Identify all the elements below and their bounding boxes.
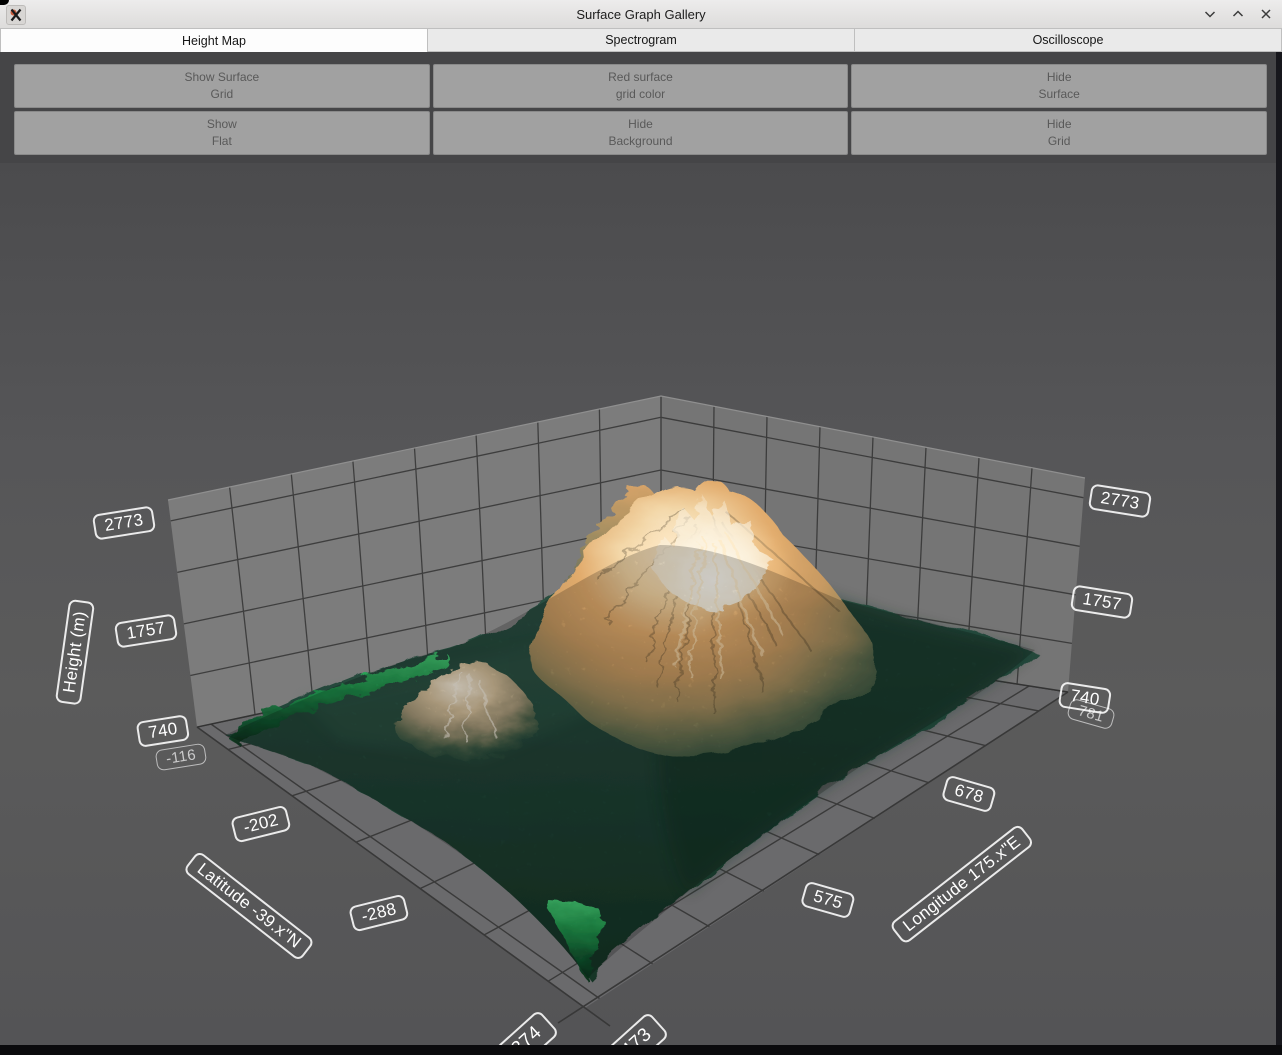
tab-height-map[interactable]: Height Map: [0, 28, 428, 52]
button-label-line: Hide: [628, 116, 653, 133]
button-label-line: Flat: [212, 133, 232, 150]
button-label-line: Background: [608, 133, 672, 150]
maximize-icon[interactable]: [1230, 6, 1246, 22]
desktop-edge-bottom: [0, 1045, 1282, 1055]
toolbar: Show Surface Grid Red surface grid color…: [0, 52, 1282, 163]
surface-plot-3d[interactable]: 2773 1757 -116 740 Height (m) -202 -288 …: [0, 163, 1282, 1045]
button-label-line: Hide: [1047, 69, 1072, 86]
hide-surface-button[interactable]: Hide Surface: [851, 64, 1267, 108]
desktop-edge-right: [1276, 52, 1282, 1045]
tab-spectrogram[interactable]: Spectrogram: [428, 28, 855, 52]
hide-grid-button[interactable]: Hide Grid: [851, 111, 1267, 155]
hide-background-button[interactable]: Hide Background: [433, 111, 849, 155]
surface-grid-color-button[interactable]: Red surface grid color: [433, 64, 849, 108]
tab-oscilloscope[interactable]: Oscilloscope: [855, 28, 1282, 52]
minimize-icon[interactable]: [1202, 6, 1218, 22]
window-controls: [1202, 0, 1274, 28]
app-icon: [6, 5, 26, 25]
show-surface-grid-button[interactable]: Show Surface Grid: [14, 64, 430, 108]
button-label-line: Hide: [1047, 116, 1072, 133]
app-window: Surface Graph Gallery Height Map Spectro…: [0, 0, 1282, 1055]
close-icon[interactable]: [1258, 6, 1274, 22]
button-label-line: Grid: [210, 86, 233, 103]
button-label-line: grid color: [616, 86, 665, 103]
titlebar: Surface Graph Gallery: [0, 0, 1282, 28]
button-label-line: Surface: [1038, 86, 1079, 103]
button-label-line: Show Surface: [184, 69, 259, 86]
button-label-line: Grid: [1048, 133, 1071, 150]
button-label-line: Show: [207, 116, 237, 133]
window-title: Surface Graph Gallery: [0, 7, 1282, 22]
button-label-line: Red surface: [608, 69, 673, 86]
tab-bar: Height Map Spectrogram Oscilloscope: [0, 28, 1282, 52]
show-flat-button[interactable]: Show Flat: [14, 111, 430, 155]
